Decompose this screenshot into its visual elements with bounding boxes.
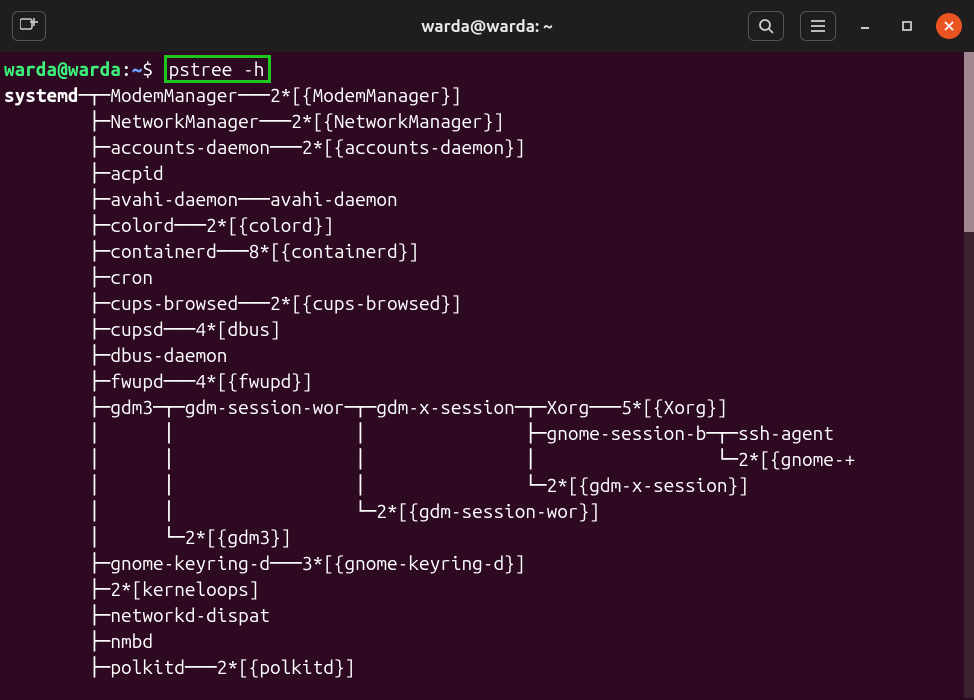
tree-line: ├─colord───2*[{colord}] [4,212,970,238]
tree-line: │ │ │ ├─gnome-session-b─┬─ssh-agent [4,420,970,446]
tree-text: ├─polkitd───2*[{polkitd}] [89,656,355,678]
tree-text: ├─colord───2*[{colord}] [89,214,334,236]
tree-text: │ │ └─2*[{gdm-session-wor}] [89,500,600,522]
new-tab-icon [20,17,38,35]
tree-text: ─┬─ModemManager───2*[{ModemManager}] [78,84,461,106]
tree-indent [4,136,89,158]
tree-line: ├─nmbd [4,628,970,654]
maximize-icon [901,20,913,32]
tree-indent [4,188,89,210]
terminal-window: warda@warda: ~ warda@warda:~$ pstree -hs… [0,0,974,700]
command-highlight: pstree -h [164,55,272,83]
tree-line: ├─containerd───8*[{containerd}] [4,238,970,264]
tree-indent [4,396,89,418]
tree-line: ├─cups-browsed───2*[{cups-browsed}] [4,290,970,316]
tree-indent [4,474,89,496]
minimize-button[interactable] [852,13,878,39]
tree-indent [4,500,89,522]
close-button[interactable] [936,13,962,39]
maximize-button[interactable] [894,13,920,39]
titlebar: warda@warda: ~ [0,0,974,52]
tree-line: │ │ └─2*[{gdm-session-wor}] [4,498,970,524]
minimize-icon [859,20,871,32]
prompt-path: ~ [132,58,143,80]
tree-indent [4,162,89,184]
tree-text: ├─gnome-keyring-d───3*[{gnome-keyring-d}… [89,552,525,574]
search-icon [758,18,774,34]
tree-line: │ │ │ │ └─2*[{gnome-+ [4,446,970,472]
tree-indent [4,448,89,470]
tree-text: │ └─2*[{gdm3}] [89,526,291,548]
tree-text: ├─2*[kerneloops] [89,578,259,600]
tree-indent [4,656,89,678]
tree-text: │ │ │ └─2*[{gdm-x-session}] [89,474,749,496]
terminal-body[interactable]: warda@warda:~$ pstree -hsystemd─┬─ModemM… [0,52,974,700]
tree-text: ├─nmbd [89,630,153,652]
tree-line: ├─gnome-keyring-d───3*[{gnome-keyring-d}… [4,550,970,576]
tree-indent [4,552,89,574]
tree-indent [4,604,89,626]
tree-text: │ │ │ │ └─2*[{gnome-+ [89,448,855,470]
tree-line: │ │ │ └─2*[{gdm-x-session}] [4,472,970,498]
tree-text: ├─fwupd───4*[{fwupd}] [89,370,312,392]
tree-line: ├─fwupd───4*[{fwupd}] [4,368,970,394]
tree-text: ├─cups-browsed───2*[{cups-browsed}] [89,292,461,314]
tree-indent [4,526,89,548]
tree-text: ├─accounts-daemon───2*[{accounts-daemon}… [89,136,525,158]
tree-line: ├─accounts-daemon───2*[{accounts-daemon}… [4,134,970,160]
tree-line: systemd─┬─ModemManager───2*[{ModemManage… [4,82,970,108]
tree-indent [4,292,89,314]
close-icon [943,20,955,32]
tree-line: ├─polkitd───2*[{polkitd}] [4,654,970,680]
tree-indent [4,318,89,340]
tree-line: ├─avahi-daemon───avahi-daemon [4,186,970,212]
tree-text: ├─avahi-daemon───avahi-daemon [89,188,398,210]
tree-text: ├─NetworkManager───2*[{NetworkManager}] [89,110,504,132]
tree-text: ├─containerd───8*[{containerd}] [89,240,419,262]
tree-indent [4,110,89,132]
prompt-dollar: $ [142,58,163,80]
tree-indent [4,422,89,444]
tree-line: ├─networkd-dispat [4,602,970,628]
scrollbar-track[interactable] [964,52,974,698]
tree-text: ├─dbus-daemon [89,344,227,366]
tree-indent [4,630,89,652]
tree-indent [4,240,89,262]
tree-line: ├─dbus-daemon [4,342,970,368]
tree-line: ├─cron [4,264,970,290]
tree-indent [4,578,89,600]
tree-line: ├─cupsd───4*[dbus] [4,316,970,342]
tree-line: ├─NetworkManager───2*[{NetworkManager}] [4,108,970,134]
tree-text: ├─networkd-dispat [89,604,270,626]
tree-indent [4,370,89,392]
tree-text: │ │ │ ├─gnome-session-b─┬─ssh-agent [89,422,834,444]
tree-root-process: systemd [4,84,78,106]
tree-line: ├─2*[kerneloops] [4,576,970,602]
tree-indent [4,214,89,236]
tree-text: ├─acpid [89,162,163,184]
hamburger-icon [810,19,826,33]
new-tab-button[interactable] [12,11,46,41]
tree-text: ├─cron [89,266,153,288]
menu-button[interactable] [800,11,836,41]
search-button[interactable] [748,11,784,41]
tree-line: ├─gdm3─┬─gdm-session-wor─┬─gdm-x-session… [4,394,970,420]
prompt-user-host: warda@warda [4,58,121,80]
tree-line: ├─acpid [4,160,970,186]
tree-text: ├─gdm3─┬─gdm-session-wor─┬─gdm-x-session… [89,396,727,418]
prompt-separator: : [121,58,132,80]
tree-indent [4,344,89,366]
prompt-line: warda@warda:~$ pstree -h [4,56,970,82]
scrollbar-thumb[interactable] [964,52,974,232]
tree-indent [4,266,89,288]
tree-line: │ └─2*[{gdm3}] [4,524,970,550]
tree-text: ├─cupsd───4*[dbus] [89,318,281,340]
